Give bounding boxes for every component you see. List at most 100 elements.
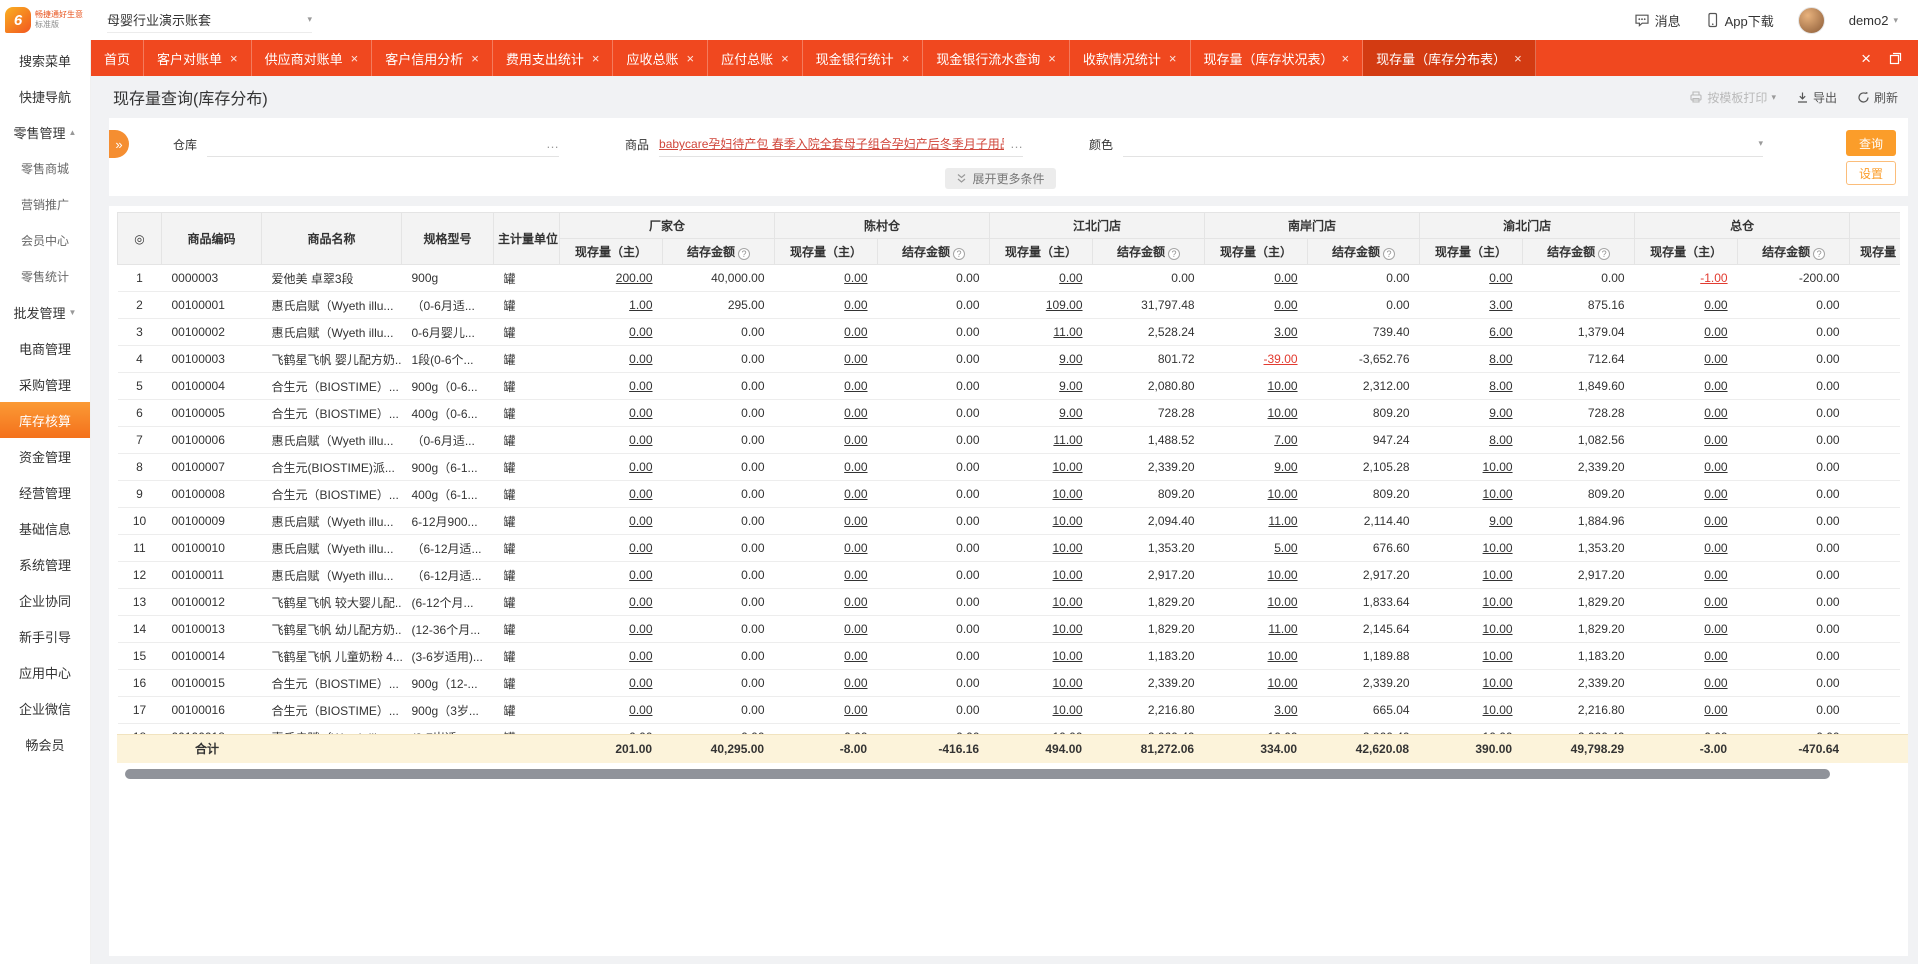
user-menu[interactable]: demo2 ▾ xyxy=(1849,13,1898,28)
qty-link[interactable]: 0.00 xyxy=(629,730,652,734)
sidebar-item-企业微信[interactable]: 企业微信 xyxy=(0,690,90,726)
refresh-button[interactable]: 刷新 xyxy=(1857,89,1898,106)
qty-link[interactable]: 11.00 xyxy=(1053,325,1082,339)
qty-link[interactable]: 10.00 xyxy=(1483,703,1513,717)
tab-收款情况统计[interactable]: 收款情况统计 × xyxy=(1070,40,1191,76)
tab-供应商对账单[interactable]: 供应商对账单 × xyxy=(252,40,373,76)
qty-link[interactable]: 0.00 xyxy=(1704,703,1727,717)
qty-link[interactable]: 9.00 xyxy=(1059,406,1082,420)
qty-link[interactable]: 8.00 xyxy=(1489,433,1512,447)
expand-filter-sidebar-button[interactable]: » xyxy=(109,130,129,158)
settings-button[interactable]: 设置 xyxy=(1846,161,1896,185)
sidebar-item-采购管理[interactable]: 采购管理 xyxy=(0,366,90,402)
column-settings-icon[interactable]: ◎ xyxy=(117,212,162,265)
tab-应收总账[interactable]: 应收总账 × xyxy=(613,40,709,76)
qty-link[interactable]: -39.00 xyxy=(1264,352,1298,366)
qty-link[interactable]: 5.00 xyxy=(1274,541,1297,555)
query-button[interactable]: 查询 xyxy=(1846,130,1896,156)
qty-link[interactable]: 0.00 xyxy=(844,541,867,555)
qty-link[interactable]: 0.00 xyxy=(1059,271,1082,285)
tab-客户对账单[interactable]: 客户对账单 × xyxy=(144,40,252,76)
sidebar-item-经营管理[interactable]: 经营管理 xyxy=(0,474,90,510)
tab-close-icon[interactable]: × xyxy=(230,52,238,65)
qty-link[interactable]: 10.00 xyxy=(1483,541,1513,555)
tab-现金银行流水查询[interactable]: 现金银行流水查询 × xyxy=(923,40,1070,76)
qty-link[interactable]: 0.00 xyxy=(844,352,867,366)
tab-首页[interactable]: 首页 xyxy=(91,40,145,76)
qty-link[interactable]: 0.00 xyxy=(1274,271,1297,285)
color-select[interactable]: ▾ xyxy=(1123,131,1764,157)
qty-link[interactable]: 10.00 xyxy=(1483,595,1513,609)
qty-link[interactable]: 3.00 xyxy=(1274,325,1297,339)
qty-link[interactable]: 10.00 xyxy=(1053,703,1083,717)
help-icon[interactable]: ? xyxy=(1813,248,1826,260)
sidebar-item-应用中心[interactable]: 应用中心 xyxy=(0,654,90,690)
qty-link[interactable]: 11.00 xyxy=(1053,433,1082,447)
qty-link[interactable]: 0.00 xyxy=(844,568,867,582)
qty-link[interactable]: -1.00 xyxy=(1700,271,1727,285)
qty-link[interactable]: 10.00 xyxy=(1268,595,1298,609)
qty-link[interactable]: 9.00 xyxy=(1489,406,1512,420)
qty-link[interactable]: 0.00 xyxy=(844,622,867,636)
qty-link[interactable]: 200.00 xyxy=(616,271,653,285)
more-options-icon[interactable]: … xyxy=(1010,136,1023,151)
qty-link[interactable]: 10.00 xyxy=(1268,676,1298,690)
more-options-icon[interactable]: … xyxy=(546,136,559,151)
qty-link[interactable]: 0.00 xyxy=(629,433,652,447)
qty-link[interactable]: 10.00 xyxy=(1268,379,1298,393)
qty-link[interactable]: 8.00 xyxy=(1489,352,1512,366)
qty-link[interactable]: 10.00 xyxy=(1053,514,1083,528)
sidebar-item-零售统计[interactable]: 零售统计 xyxy=(0,258,90,294)
tab-客户信用分析[interactable]: 客户信用分析 × xyxy=(372,40,493,76)
qty-link[interactable]: 0.00 xyxy=(844,379,867,393)
qty-link[interactable]: 0.00 xyxy=(1704,514,1727,528)
qty-link[interactable]: 11.00 xyxy=(1268,622,1297,636)
qty-link[interactable]: 0.00 xyxy=(844,298,867,312)
qty-link[interactable]: 0.00 xyxy=(1704,541,1727,555)
qty-link[interactable]: 0.00 xyxy=(1704,460,1727,474)
qty-link[interactable]: 9.00 xyxy=(1274,460,1297,474)
tab-close-icon[interactable]: × xyxy=(1514,52,1522,65)
close-all-tabs-icon[interactable]: × xyxy=(1861,50,1871,67)
sidebar-item-会员中心[interactable]: 会员中心 xyxy=(0,222,90,258)
tab-现存量（库存状况表）[interactable]: 现存量（库存状况表） × xyxy=(1191,40,1364,76)
tab-close-icon[interactable]: × xyxy=(1048,52,1056,65)
qty-link[interactable]: 0.00 xyxy=(1704,406,1727,420)
qty-link[interactable]: 9.00 xyxy=(1489,514,1512,528)
qty-link[interactable]: 0.00 xyxy=(1704,433,1727,447)
scrollbar-thumb[interactable] xyxy=(125,768,1830,779)
qty-link[interactable]: 0.00 xyxy=(844,487,867,501)
sidebar-item-新手引导[interactable]: 新手引导 xyxy=(0,618,90,654)
qty-link[interactable]: 0.00 xyxy=(1704,649,1727,663)
tab-现存量（库存分布表）[interactable]: 现存量（库存分布表） × xyxy=(1363,40,1536,76)
qty-link[interactable]: 10.00 xyxy=(1053,676,1083,690)
qty-link[interactable]: 10.00 xyxy=(1053,568,1083,582)
sidebar-item-企业协同[interactable]: 企业协同 xyxy=(0,582,90,618)
qty-link[interactable]: 0.00 xyxy=(629,595,652,609)
qty-link[interactable]: 0.00 xyxy=(1704,298,1727,312)
qty-link[interactable]: 10.00 xyxy=(1483,460,1513,474)
tab-应付总账[interactable]: 应付总账 × xyxy=(708,40,803,76)
qty-link[interactable]: 0.00 xyxy=(629,568,652,582)
qty-link[interactable]: 0.00 xyxy=(629,649,652,663)
sidebar-item-库存核算[interactable]: 库存核算 xyxy=(0,402,90,438)
qty-link[interactable]: 0.00 xyxy=(629,460,652,474)
tab-close-icon[interactable]: × xyxy=(471,52,479,65)
qty-link[interactable]: 0.00 xyxy=(629,487,652,501)
qty-link[interactable]: 3.00 xyxy=(1274,703,1297,717)
qty-link[interactable]: 109.00 xyxy=(1046,298,1083,312)
qty-link[interactable]: 10.00 xyxy=(1483,622,1513,636)
qty-link[interactable]: 9.00 xyxy=(1059,379,1082,393)
qty-link[interactable]: 10.00 xyxy=(1268,568,1298,582)
sidebar-item-电商管理[interactable]: 电商管理 xyxy=(0,330,90,366)
qty-link[interactable]: 0.00 xyxy=(844,406,867,420)
qty-link[interactable]: 0.00 xyxy=(844,271,867,285)
qty-link[interactable]: 9.00 xyxy=(1059,352,1082,366)
tab-现金银行统计[interactable]: 现金银行统计 × xyxy=(803,40,924,76)
qty-link[interactable]: 0.00 xyxy=(844,595,867,609)
tab-close-icon[interactable]: × xyxy=(902,52,910,65)
help-icon[interactable]: ? xyxy=(1168,248,1181,260)
qty-link[interactable]: 0.00 xyxy=(1274,298,1297,312)
qty-link[interactable]: 10.00 xyxy=(1483,676,1513,690)
qty-link[interactable]: 0.00 xyxy=(1704,622,1727,636)
